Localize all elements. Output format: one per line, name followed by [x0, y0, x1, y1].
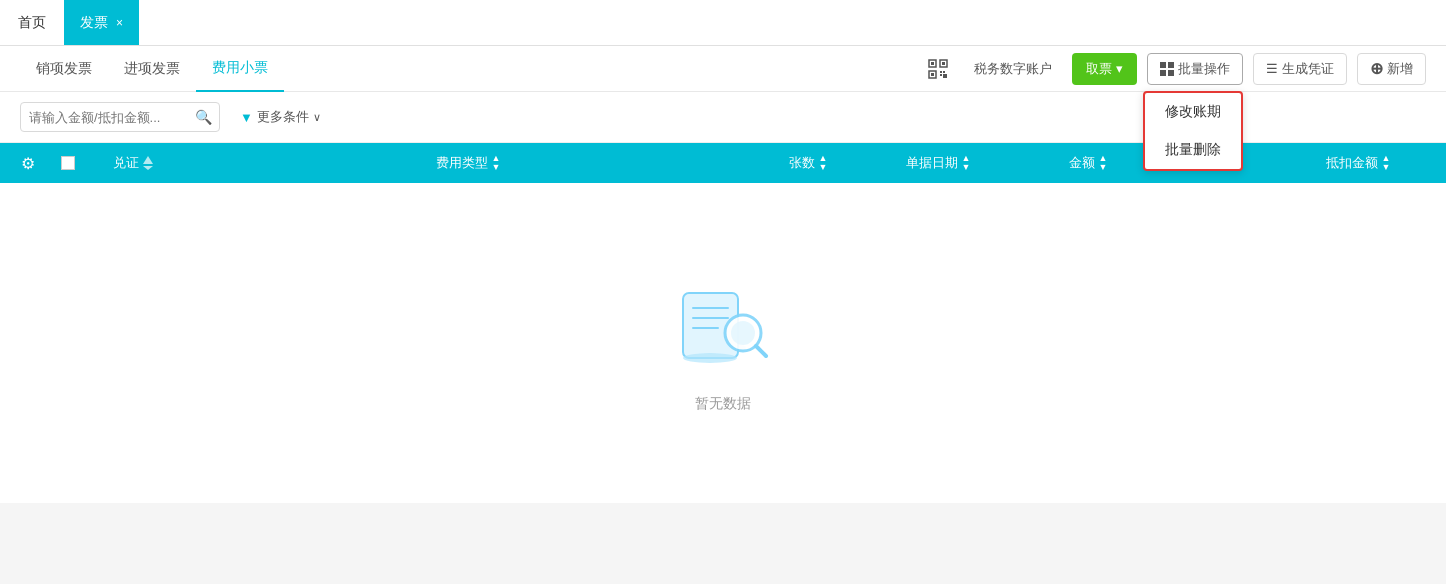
th-amount: 金额 ▲▼ [1018, 154, 1158, 172]
svg-point-23 [731, 321, 755, 345]
th-voucher: 兑证 [88, 154, 178, 172]
empty-state: 暂无数据 [0, 183, 1446, 453]
svg-point-21 [683, 353, 737, 363]
th-date: 单据日期 ▲▼ [858, 154, 1018, 172]
sub-nav-actions: 税务数字账户 取票 ▾ 批量操作 修改账期 [922, 53, 1426, 85]
th-amount-sort-icon[interactable]: ▲▼ [1099, 154, 1108, 172]
tax-account-button[interactable]: 税务数字账户 [964, 53, 1062, 85]
svg-rect-1 [931, 62, 934, 65]
search-icon: 🔍 [195, 109, 212, 125]
svg-rect-10 [1160, 62, 1166, 68]
svg-rect-6 [940, 71, 942, 73]
th-expense-sort-icon[interactable]: ▲▼ [492, 154, 501, 172]
qr-icon [928, 59, 948, 79]
add-new-button[interactable]: ⊕ 新增 [1357, 53, 1426, 85]
batch-dropdown-menu: 修改账期 批量删除 [1143, 91, 1243, 171]
gear-icon: ⚙ [21, 154, 35, 173]
svg-marker-14 [143, 156, 153, 164]
search-input[interactable] [29, 110, 189, 125]
empty-illustration [663, 263, 783, 383]
th-count: 张数 ▲▼ [758, 154, 858, 172]
batch-ops-button[interactable]: 批量操作 [1147, 53, 1243, 85]
th-date-sort-icon[interactable]: ▲▼ [962, 154, 971, 172]
gen-voucher-button[interactable]: ☰ 生成凭证 [1253, 53, 1347, 85]
invoice-tab[interactable]: 发票 × [64, 0, 139, 45]
th-deduct-amount-sort-icon[interactable]: ▲▼ [1382, 154, 1391, 172]
svg-rect-13 [1168, 70, 1174, 76]
dropdown-item-batch-delete[interactable]: 批量删除 [1145, 131, 1241, 169]
svg-rect-3 [942, 62, 945, 65]
search-wrap: 🔍 [20, 102, 220, 132]
tab-expense-receipt[interactable]: 费用小票 [196, 46, 284, 92]
svg-rect-9 [943, 74, 947, 78]
svg-line-24 [756, 346, 766, 356]
settings-col[interactable]: ⚙ [8, 154, 48, 173]
th-voucher-filter-icon[interactable] [143, 156, 153, 170]
tab-purchase-invoice[interactable]: 进项发票 [108, 46, 196, 92]
svg-marker-15 [143, 166, 153, 170]
svg-rect-7 [943, 71, 945, 73]
top-nav: 首页 发票 × [0, 0, 1446, 46]
take-ticket-arrow: ▾ [1116, 61, 1123, 76]
invoice-tab-label: 发票 [80, 14, 108, 32]
tab-sales-invoice[interactable]: 销项发票 [20, 46, 108, 92]
filter-icon: ▼ [240, 110, 253, 125]
checkbox-col[interactable] [48, 156, 88, 170]
filter-button[interactable]: ▼ 更多条件 ∨ [232, 104, 329, 130]
empty-text: 暂无数据 [695, 395, 751, 413]
take-ticket-button[interactable]: 取票 ▾ [1072, 53, 1137, 85]
voucher-icon: ☰ [1266, 61, 1278, 76]
dropdown-item-modify-period[interactable]: 修改账期 [1145, 93, 1241, 131]
batch-icon [1160, 62, 1174, 76]
svg-rect-5 [931, 73, 934, 76]
filter-arrow: ∨ [313, 111, 321, 124]
sub-nav: 销项发票 进项发票 费用小票 税务数字账户 [0, 46, 1446, 92]
th-count-sort-icon[interactable]: ▲▼ [819, 154, 828, 172]
add-icon: ⊕ [1370, 59, 1383, 78]
table-body: 暂无数据 [0, 183, 1446, 503]
svg-rect-8 [940, 74, 942, 76]
home-label: 首页 [18, 14, 46, 32]
qr-button[interactable] [922, 53, 954, 85]
sub-nav-tabs: 销项发票 进项发票 费用小票 [20, 46, 284, 92]
th-expense-type: 费用类型 ▲▼ [178, 154, 758, 172]
select-all-checkbox[interactable] [61, 156, 75, 170]
svg-rect-12 [1160, 70, 1166, 76]
svg-rect-11 [1168, 62, 1174, 68]
invoice-tab-close[interactable]: × [116, 16, 123, 30]
home-tab[interactable]: 首页 [0, 0, 64, 45]
th-deduct-amount: 抵扣金额 ▲▼ [1278, 154, 1438, 172]
batch-ops-container: 批量操作 修改账期 批量删除 [1147, 53, 1243, 85]
